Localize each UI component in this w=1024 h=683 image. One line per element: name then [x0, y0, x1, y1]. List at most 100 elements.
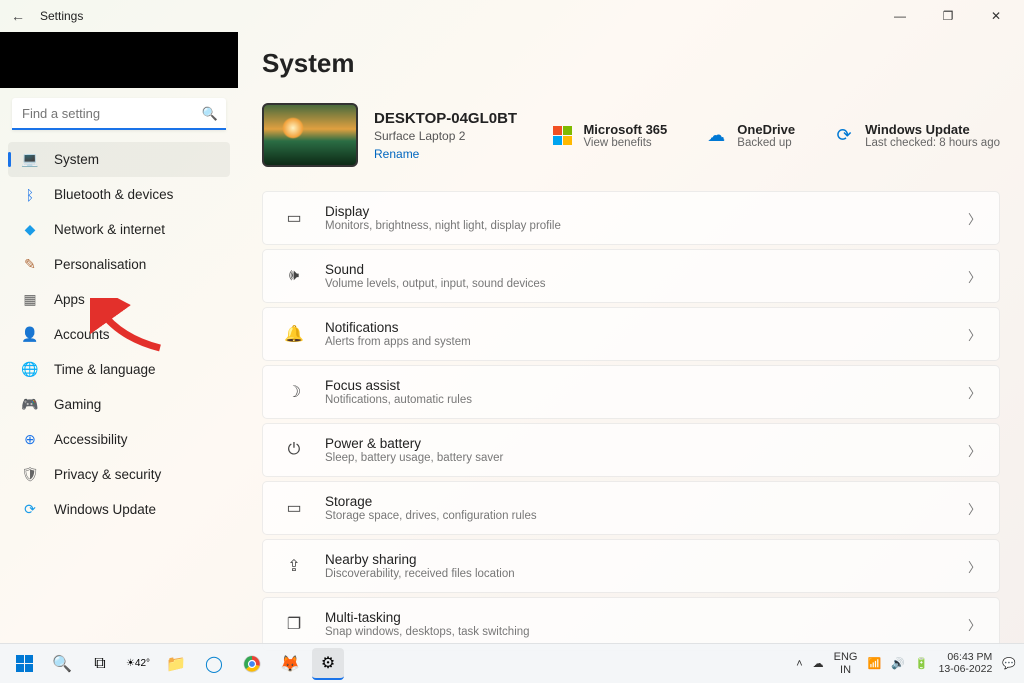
settings-card-sound[interactable]: 🕪 SoundVolume levels, output, input, soun… [262, 249, 1000, 303]
chevron-right-icon: 〉 [968, 557, 981, 576]
nav-icon: ◆ [20, 220, 40, 240]
firefox-icon[interactable]: 🦊 [274, 648, 306, 680]
chevron-right-icon: 〉 [968, 615, 981, 634]
sidebar-item-bluetooth-devices[interactable]: ᛒBluetooth & devices [8, 177, 230, 212]
sidebar-item-accounts[interactable]: 👤 Accounts [8, 317, 230, 352]
chevron-right-icon: 〉 [968, 441, 981, 460]
sidebar-item-label: Personalisation [54, 257, 146, 272]
card-icon: ▭ [281, 208, 307, 228]
chevron-right-icon: 〉 [968, 325, 981, 344]
tray-chevron-icon[interactable]: ˄ [796, 658, 802, 670]
settings-card-display[interactable]: ▭ DisplayMonitors, brightness, night ligh… [262, 191, 1000, 245]
settings-taskbar-icon[interactable]: ⚙ [312, 648, 344, 680]
device-model: Surface Laptop 2 [374, 129, 517, 143]
titlebar: ← Settings ― ❐ ✕ [0, 0, 1024, 32]
settings-card-storage[interactable]: ▭StorageStorage space, drives, configura… [262, 481, 1000, 535]
chevron-right-icon: 〉 [968, 267, 981, 286]
chrome-icon[interactable] [236, 648, 268, 680]
card-title: Power & battery [325, 436, 503, 451]
sidebar-item-label: Accessibility [54, 432, 128, 447]
sidebar-item-privacy-security[interactable]: 🛡Privacy & security [8, 457, 230, 492]
sidebar-item-label: Time & language [54, 362, 156, 377]
promo-icon: ⟳ [833, 124, 855, 146]
card-title: Focus assist [325, 378, 472, 393]
device-thumbnail[interactable] [262, 103, 358, 167]
nav-icon: 🌐 [20, 360, 40, 380]
search-input[interactable] [12, 98, 226, 130]
chevron-right-icon: 〉 [968, 499, 981, 518]
sidebar-item-label: Network & internet [54, 222, 165, 237]
minimize-button[interactable]: ― [880, 2, 920, 30]
sidebar-item-label: Bluetooth & devices [54, 187, 173, 202]
close-button[interactable]: ✕ [976, 2, 1016, 30]
sidebar-item-gaming[interactable]: 🎮 Gaming [8, 387, 230, 422]
sidebar-item-personalisation[interactable]: ✎ Personalisation [8, 247, 230, 282]
card-subtitle: Snap windows, desktops, task switching [325, 626, 530, 638]
promo-subtitle: View benefits [583, 137, 667, 149]
taskbar-search-icon[interactable]: 🔍 [46, 648, 78, 680]
card-title: Multi-tasking [325, 610, 530, 625]
edge-icon[interactable]: ◯ [198, 648, 230, 680]
rename-link[interactable]: Rename [374, 147, 517, 161]
battery-icon[interactable]: 🔋 [915, 657, 929, 670]
task-view-icon[interactable]: ⧉ [84, 648, 116, 680]
card-subtitle: Notifications, automatic rules [325, 394, 472, 406]
card-title: Storage [325, 494, 537, 509]
card-subtitle: Monitors, brightness, night light, displ… [325, 220, 561, 232]
weather-widget[interactable]: ☀42° [122, 648, 154, 680]
sidebar-item-label: Gaming [54, 397, 101, 412]
file-explorer-icon[interactable]: 📁 [160, 648, 192, 680]
nav-icon: 🛡 [20, 465, 40, 485]
chevron-right-icon: 〉 [968, 209, 981, 228]
card-icon: ❐ [281, 614, 307, 634]
card-icon: ▭ [281, 498, 307, 518]
card-icon: ⏻ [281, 441, 307, 459]
promo-onedrive[interactable]: ☁OneDriveBacked up [705, 122, 795, 149]
sidebar-item-windows-update[interactable]: ⟳Windows Update [8, 492, 230, 527]
settings-card-focus-assist[interactable]: ☽Focus assistNotifications, automatic ru… [262, 365, 1000, 419]
promo-subtitle: Last checked: 8 hours ago [865, 137, 1000, 149]
card-icon: 🕪 [281, 267, 307, 285]
start-button[interactable] [8, 648, 40, 680]
volume-icon[interactable]: 🔊 [891, 657, 905, 670]
promo-subtitle: Backed up [737, 137, 795, 149]
back-button[interactable]: ← [8, 8, 28, 24]
maximize-button[interactable]: ❐ [928, 2, 968, 30]
card-subtitle: Alerts from apps and system [325, 336, 471, 348]
language-indicator[interactable]: ENGIN [834, 651, 858, 675]
settings-card-power-battery[interactable]: ⏻ Power & batterySleep, battery usage, ba… [262, 423, 1000, 477]
wifi-icon[interactable]: 📶 [867, 657, 881, 670]
sidebar-item-accessibility[interactable]: ⊕Accessibility [8, 422, 230, 457]
main-content: System DESKTOP-04GL0BT Surface Laptop 2 … [238, 32, 1024, 652]
nav-icon: 🎮 [20, 395, 40, 415]
card-subtitle: Sleep, battery usage, battery saver [325, 452, 503, 464]
settings-card-notifications[interactable]: 🔔 NotificationsAlerts from apps and syste… [262, 307, 1000, 361]
card-title: Display [325, 204, 561, 219]
nav-icon: ▦ [20, 290, 40, 310]
card-title: Sound [325, 262, 546, 277]
sidebar-item-system[interactable]: 💻System [8, 142, 230, 177]
sidebar-item-apps[interactable]: ▦Apps [8, 282, 230, 317]
card-icon: 🔔 [281, 324, 307, 344]
nav-icon: 👤 [20, 325, 40, 345]
sidebar-item-time-language[interactable]: 🌐 Time & language [8, 352, 230, 387]
user-block[interactable] [0, 32, 238, 88]
taskbar: 🔍 ⧉ ☀42° 📁 ◯ 🦊 ⚙ ˄ ☁ ENGIN 📶 🔊 🔋 06:43 P… [0, 643, 1024, 683]
notifications-tray-icon[interactable]: 💬 [1002, 657, 1016, 670]
promo-windows-update[interactable]: ⟳Windows UpdateLast checked: 8 hours ago [833, 122, 1000, 149]
nav-icon: 💻 [20, 150, 40, 170]
card-subtitle: Volume levels, output, input, sound devi… [325, 278, 546, 290]
promo-icon [551, 124, 573, 146]
search-icon: 🔍 [202, 106, 218, 122]
promo-microsoft-[interactable]: Microsoft 365View benefits [551, 122, 667, 149]
sidebar-item-label: Accounts [54, 327, 110, 342]
sidebar-item-network-internet[interactable]: ◆ Network & internet [8, 212, 230, 247]
settings-card-nearby-sharing[interactable]: ⇪Nearby sharingDiscoverability, received… [262, 539, 1000, 593]
card-subtitle: Discoverability, received files location [325, 568, 515, 580]
nav-icon: ✎ [20, 255, 40, 275]
clock[interactable]: 06:43 PM13-06-2022 [939, 652, 993, 675]
onedrive-tray-icon[interactable]: ☁ [813, 657, 824, 670]
device-header: DESKTOP-04GL0BT Surface Laptop 2 Rename … [262, 103, 1000, 167]
nav-icon: ⟳ [20, 500, 40, 520]
card-title: Notifications [325, 320, 471, 335]
